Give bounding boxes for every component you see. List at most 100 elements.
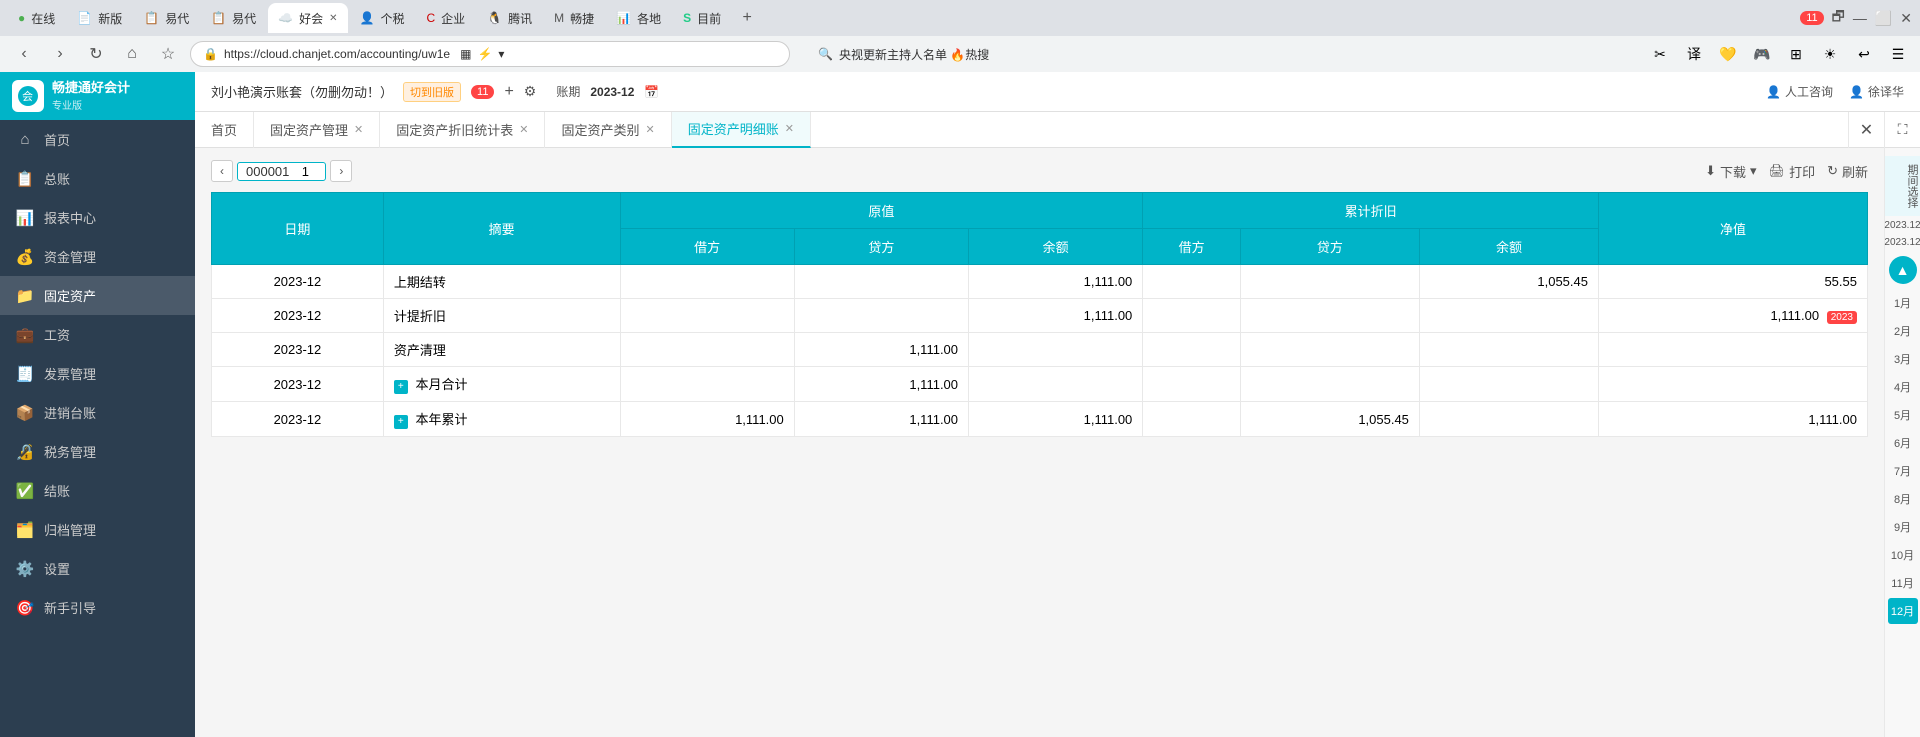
th-orig-credit: 贷方 xyxy=(794,229,968,265)
tab-gedi[interactable]: 📊 各地 xyxy=(606,3,671,33)
month-item-8[interactable]: 8月 xyxy=(1888,486,1918,512)
gamepad-icon[interactable]: 🎮 xyxy=(1750,42,1774,66)
lightning-icon[interactable]: ⚡ xyxy=(477,47,492,61)
add-account-icon[interactable]: + xyxy=(504,83,513,101)
month-item-7[interactable]: 7月 xyxy=(1888,458,1918,484)
cell-date: 2023-12 xyxy=(212,265,384,299)
close-window-icon[interactable]: ✕ xyxy=(1900,10,1912,27)
tab-close-icon[interactable]: ✕ xyxy=(646,123,655,136)
month-item-4[interactable]: 4月 xyxy=(1888,374,1918,400)
reload-button[interactable]: ↻ xyxy=(82,40,110,68)
tab-haohui[interactable]: ☁️ 好会 ✕ xyxy=(268,3,347,33)
settings-mini-icon[interactable]: ⚙ xyxy=(524,83,537,100)
tab-muqian[interactable]: S 目前 xyxy=(673,3,731,33)
sidebar-item-payroll[interactable]: 💼 工资 xyxy=(0,315,195,354)
scroll-up-button[interactable]: ▲ xyxy=(1889,256,1917,284)
tab-label: 固定资产明细账 xyxy=(688,119,779,138)
month-item-9[interactable]: 9月 xyxy=(1888,514,1918,540)
sidebar-item-archive[interactable]: 🗂️ 归档管理 xyxy=(0,510,195,549)
refresh-button[interactable]: ↻ 刷新 xyxy=(1827,162,1868,181)
expand-tabs-button[interactable]: ⛶ xyxy=(1884,112,1920,148)
bookmark-button[interactable]: ☆ xyxy=(154,40,182,68)
forward-button[interactable]: › xyxy=(46,40,74,68)
cell-orig-debit: 1,111.00 xyxy=(620,402,794,437)
tab-close-icon[interactable]: ✕ xyxy=(519,123,528,136)
new-tab-button[interactable]: + xyxy=(733,4,761,32)
tab-tengxun[interactable]: 🐧 腾讯 xyxy=(477,3,542,33)
next-page-button[interactable]: › xyxy=(330,160,352,182)
wallet-icon[interactable]: 💛 xyxy=(1716,42,1740,66)
month-item-2[interactable]: 2月 xyxy=(1888,318,1918,344)
period-selector-label[interactable]: 期间选择 xyxy=(1885,156,1920,216)
month-item-3[interactable]: 3月 xyxy=(1888,346,1918,372)
dropdown-icon[interactable]: ▾ xyxy=(498,47,504,61)
user-info[interactable]: 👤 徐译华 xyxy=(1849,83,1904,100)
page-number-text: 000001 xyxy=(246,164,289,179)
calendar-icon[interactable]: 📅 xyxy=(644,85,659,99)
sidebar-item-guide[interactable]: 🎯 新手引导 xyxy=(0,588,195,627)
period-end-date: 2023.12 xyxy=(1882,235,1920,250)
month-item-10[interactable]: 10月 xyxy=(1888,542,1918,568)
back-button[interactable]: ‹ xyxy=(10,40,38,68)
tab-home[interactable]: 首页 xyxy=(195,112,254,148)
maximize-icon[interactable]: ⬜ xyxy=(1875,10,1892,27)
tab-changjie[interactable]: M 畅捷 xyxy=(544,3,604,33)
th-accumulated-dep: 累计折旧 xyxy=(1143,193,1599,229)
grid-icon[interactable]: ⊞ xyxy=(1784,42,1808,66)
sidebar-item-label: 报表中心 xyxy=(44,208,96,227)
tab-yidai1[interactable]: 📋 易代 xyxy=(134,3,199,33)
tab-icon: 📋 xyxy=(211,11,226,25)
sidebar-item-tax[interactable]: 🔏 税务管理 xyxy=(0,432,195,471)
undo-icon[interactable]: ↩ xyxy=(1852,42,1876,66)
sidebar-item-purchase-sales[interactable]: 📦 进销台账 xyxy=(0,393,195,432)
tab-zaixin[interactable]: ● 在线 xyxy=(8,3,65,33)
qr-icon[interactable]: ▦ xyxy=(460,47,471,61)
tab-yidai2[interactable]: 📋 易代 xyxy=(201,3,266,33)
tab-asset-detail[interactable]: 固定资产明细账 ✕ xyxy=(672,112,811,148)
tab-geshui[interactable]: 👤 个税 xyxy=(350,3,415,33)
month-item-1[interactable]: 1月 xyxy=(1888,290,1918,316)
sidebar-item-general-ledger[interactable]: 📋 总账 xyxy=(0,159,195,198)
sidebar-item-fixed-assets[interactable]: 📁 固定资产 xyxy=(0,276,195,315)
tab-depreciation-stats[interactable]: 固定资产折旧统计表 ✕ xyxy=(380,112,545,148)
sidebar-item-funds[interactable]: 💰 资金管理 xyxy=(0,237,195,276)
sidebar-item-label: 发票管理 xyxy=(44,364,96,383)
tab-fixed-assets-mgmt[interactable]: 固定资产管理 ✕ xyxy=(254,112,380,148)
th-accum-debit: 借方 xyxy=(1143,229,1241,265)
print-button[interactable]: 🖨 打印 xyxy=(1769,162,1816,181)
assets-icon: 📁 xyxy=(16,287,34,305)
sidebar-item-settlement[interactable]: ✅ 结账 xyxy=(0,471,195,510)
sidebar-item-label: 总账 xyxy=(44,169,70,188)
sidebar-item-home[interactable]: ⌂ 首页 xyxy=(0,120,195,159)
menu-icon[interactable]: ☰ xyxy=(1886,42,1910,66)
page-input[interactable] xyxy=(293,164,317,179)
home-button[interactable]: ⌂ xyxy=(118,40,146,68)
month-item-12[interactable]: 12月 xyxy=(1888,598,1918,624)
tab-asset-category[interactable]: 固定资产类别 ✕ xyxy=(545,112,671,148)
scissors-icon[interactable]: ✂ xyxy=(1648,42,1672,66)
month-item-11[interactable]: 11月 xyxy=(1888,570,1918,596)
settings-icon: ⚙️ xyxy=(16,560,34,578)
sidebar-item-settings[interactable]: ⚙️ 设置 xyxy=(0,549,195,588)
month-item-6[interactable]: 6月 xyxy=(1888,430,1918,456)
search-area[interactable]: 🔍 央视更新主持人名单 🔥热搜 xyxy=(818,46,989,63)
brightness-icon[interactable]: ☀ xyxy=(1818,42,1842,66)
sidebar-item-reports[interactable]: 📊 报表中心 xyxy=(0,198,195,237)
tab-close-icon[interactable]: ✕ xyxy=(354,123,363,136)
month-item-5[interactable]: 5月 xyxy=(1888,402,1918,428)
old-version-tag[interactable]: 切到旧版 xyxy=(403,82,461,102)
download-button[interactable]: ⬇ 下载 ▾ xyxy=(1705,162,1756,181)
prev-page-button[interactable]: ‹ xyxy=(211,160,233,182)
tab-label: 个税 xyxy=(380,10,404,27)
minimize-icon[interactable]: — xyxy=(1853,10,1867,26)
sidebar-item-invoice[interactable]: 🧾 发票管理 xyxy=(0,354,195,393)
tab-close-icon[interactable]: ✕ xyxy=(785,122,794,135)
customer-service-button[interactable]: 👤 人工咨询 xyxy=(1766,83,1833,100)
tab-qiye[interactable]: C 企业 xyxy=(417,3,476,33)
restore-icon[interactable]: 🗗 xyxy=(1832,6,1845,30)
close-all-tabs-button[interactable]: ✕ xyxy=(1848,112,1884,148)
translate-icon[interactable]: 译 xyxy=(1682,42,1706,66)
tab-xinban[interactable]: 📄 新版 xyxy=(67,3,132,33)
tab-close-icon[interactable]: ✕ xyxy=(329,13,337,24)
address-bar[interactable]: 🔒 https://cloud.chanjet.com/accounting/u… xyxy=(190,41,790,67)
